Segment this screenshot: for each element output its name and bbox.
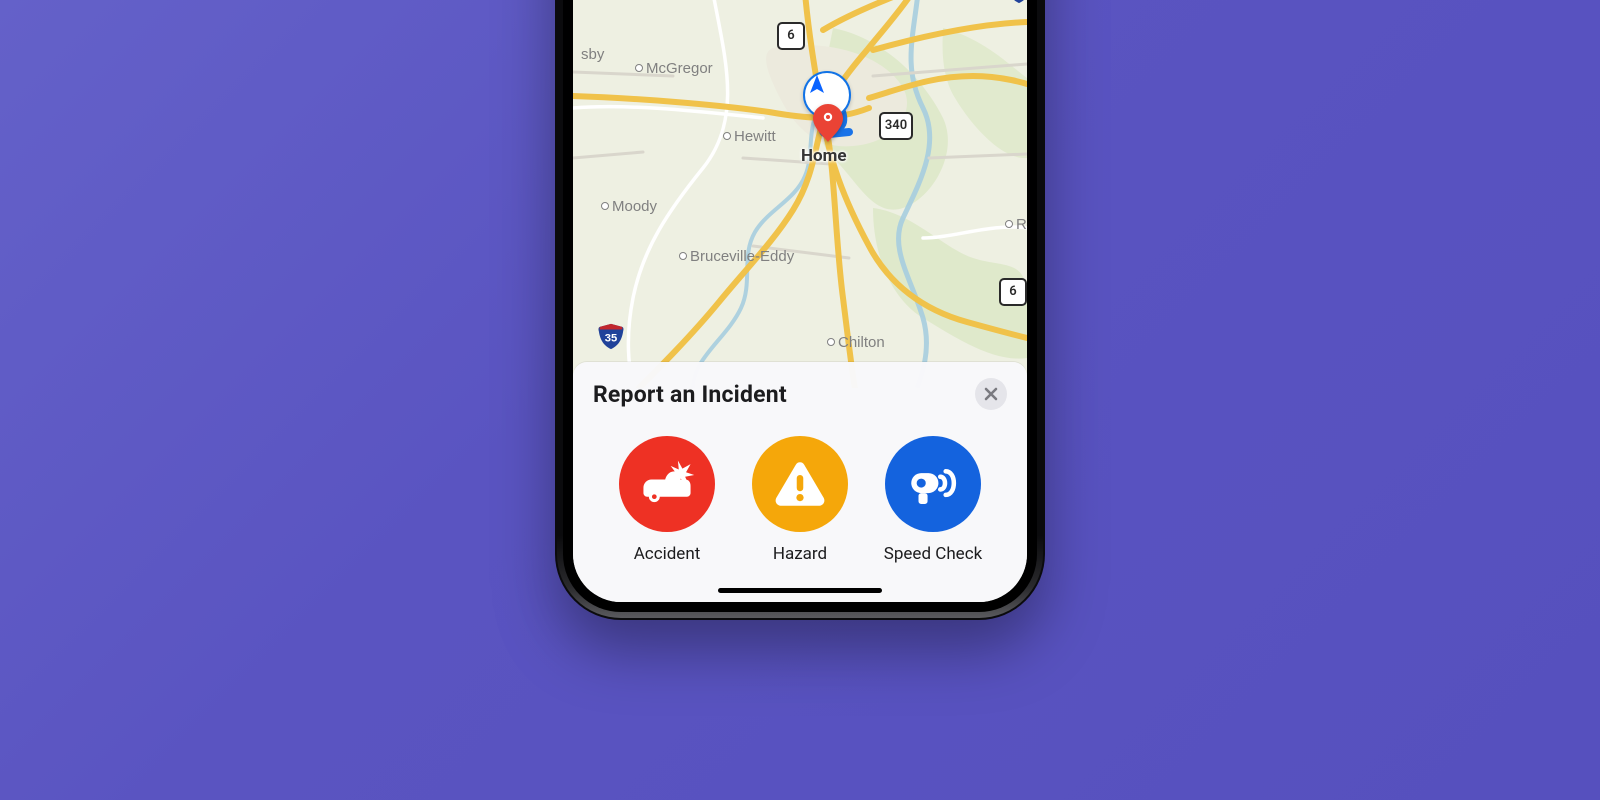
option-label: Hazard xyxy=(773,544,827,564)
sheet-title: Report an Incident xyxy=(593,381,787,408)
city-label: Hewitt xyxy=(723,128,776,145)
close-button[interactable] xyxy=(975,378,1007,410)
option-speed-check[interactable]: Speed Check xyxy=(873,436,993,564)
close-icon xyxy=(984,387,998,401)
option-accident[interactable]: Accident xyxy=(607,436,727,564)
map-view[interactable]: 35 35 6 6 340 sby McGregor Hewitt Moody … xyxy=(573,0,1027,388)
shield-6b-icon: 6 xyxy=(999,278,1027,306)
city-label: Moody xyxy=(601,198,657,215)
city-label: Chilton xyxy=(827,334,885,351)
phone-frame: 35 35 6 6 340 sby McGregor Hewitt Moody … xyxy=(555,0,1045,620)
city-label: sby xyxy=(581,46,604,63)
option-hazard[interactable]: Hazard xyxy=(740,436,860,564)
city-label: Bruceville-Eddy xyxy=(679,248,794,265)
pin-label: Home xyxy=(801,146,847,166)
report-incident-sheet: Report an Incident xyxy=(573,362,1027,602)
accident-icon xyxy=(638,455,696,513)
option-label: Accident xyxy=(634,544,701,564)
city-label: McGregor xyxy=(635,60,713,77)
svg-text:35: 35 xyxy=(605,333,617,345)
speed-check-icon xyxy=(904,455,962,513)
city-label: Ries xyxy=(1005,216,1027,233)
shield-i35b-icon: 35 xyxy=(1005,0,1027,4)
phone-screen: 35 35 6 6 340 sby McGregor Hewitt Moody … xyxy=(573,0,1027,602)
option-label: Speed Check xyxy=(884,544,982,564)
destination-pin-icon xyxy=(813,104,843,142)
stage: { "sheet": { "title": "Report an Inciden… xyxy=(0,0,1600,800)
shield-i35-icon: 35 xyxy=(597,322,625,350)
shield-340-icon: 340 xyxy=(879,112,913,140)
hazard-icon xyxy=(771,455,829,513)
shield-6a-icon: 6 xyxy=(777,22,805,50)
map-terrain xyxy=(573,0,1027,388)
home-indicator[interactable] xyxy=(718,588,882,593)
